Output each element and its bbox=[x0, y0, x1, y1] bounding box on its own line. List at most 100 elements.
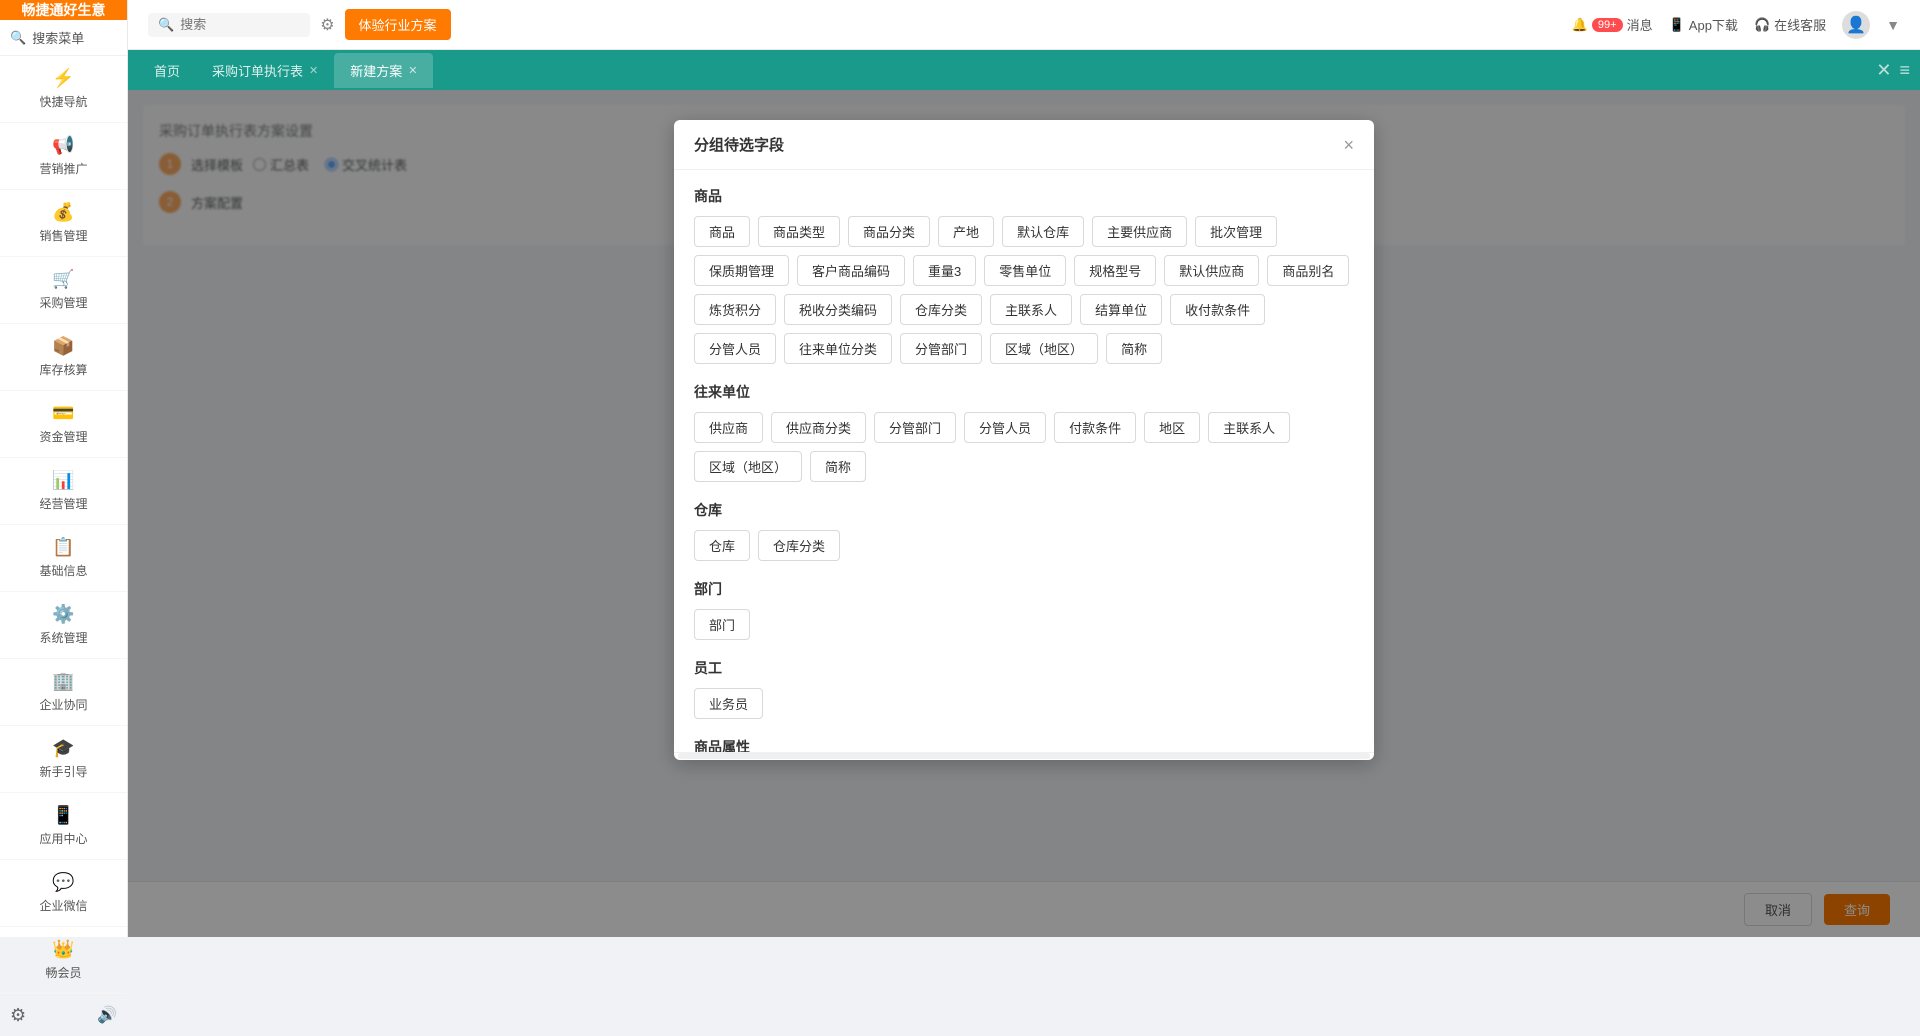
sidebar: 畅捷通好生意 🔍 搜索菜单 ⚡ 快捷导航 📢 营销推广 💰 销售管理 🛒 采购管… bbox=[0, 0, 128, 937]
h-scrollbar-track[interactable] bbox=[678, 753, 1370, 759]
field-tag-分管人员[interactable]: 分管人员 bbox=[694, 333, 776, 364]
sidebar-label-quick-nav: 快捷导航 bbox=[39, 93, 87, 110]
topbar-search-icon: 🔍 bbox=[158, 17, 174, 33]
field-tag-简称[interactable]: 简称 bbox=[810, 451, 866, 482]
sidebar-icon-inventory: 📦 bbox=[52, 336, 74, 357]
tabs-close-all[interactable]: ✕ bbox=[1876, 60, 1891, 81]
field-tag-分管部门[interactable]: 分管部门 bbox=[874, 412, 956, 443]
field-tag-商品分类[interactable]: 商品分类 bbox=[848, 216, 930, 247]
sidebar-icon-purchase: 🛒 bbox=[52, 269, 74, 290]
field-tag-区域（地区）[interactable]: 区域（地区） bbox=[694, 451, 802, 482]
sidebar-label-purchase: 采购管理 bbox=[39, 294, 87, 311]
field-tag-主要供应商[interactable]: 主要供应商 bbox=[1092, 216, 1187, 247]
expand-icon[interactable]: ▼ bbox=[1886, 17, 1900, 33]
field-tag-规格型号[interactable]: 规格型号 bbox=[1074, 255, 1156, 286]
field-tag-分管部门[interactable]: 分管部门 bbox=[900, 333, 982, 364]
field-tag-批次管理[interactable]: 批次管理 bbox=[1195, 216, 1277, 247]
notification-area[interactable]: 🔔 99+ 消息 bbox=[1572, 15, 1653, 34]
field-tag-供应商分类[interactable]: 供应商分类 bbox=[771, 412, 866, 443]
gear-settings-icon[interactable]: ⚙ bbox=[320, 15, 334, 35]
notification-badge: 99+ bbox=[1592, 18, 1623, 32]
sidebar-icon-sales: 💰 bbox=[52, 202, 74, 223]
sidebar-item-purchase[interactable]: 🛒 采购管理 bbox=[0, 257, 127, 324]
tab-new-plan-close[interactable]: ✕ bbox=[408, 64, 417, 77]
sidebar-item-basic[interactable]: 📋 基础信息 bbox=[0, 525, 127, 592]
sidebar-label-corp: 企业协同 bbox=[39, 696, 87, 713]
sidebar-item-operation[interactable]: 📊 经营管理 bbox=[0, 458, 127, 525]
tab-purchase-list[interactable]: 采购订单执行表 ✕ bbox=[196, 53, 334, 88]
field-tag-地区[interactable]: 地区 bbox=[1144, 412, 1200, 443]
field-section-warehouse: 仓库仓库仓库分类 bbox=[694, 500, 1354, 561]
tab-home[interactable]: 首页 bbox=[138, 53, 196, 88]
field-tag-主联系人[interactable]: 主联系人 bbox=[1208, 412, 1290, 443]
field-tag-主联系人[interactable]: 主联系人 bbox=[990, 294, 1072, 325]
sidebar-item-finance[interactable]: 💳 资金管理 bbox=[0, 391, 127, 458]
tab-purchase-list-close[interactable]: ✕ bbox=[309, 64, 318, 77]
online-service-area[interactable]: 🎧 在线客服 bbox=[1754, 15, 1826, 34]
sidebar-item-appcenter[interactable]: 📱 应用中心 bbox=[0, 793, 127, 860]
sidebar-icon-operation: 📊 bbox=[52, 470, 74, 491]
field-tag-重量3[interactable]: 重量3 bbox=[913, 255, 976, 286]
field-tag-默认供应商[interactable]: 默认供应商 bbox=[1164, 255, 1259, 286]
sidebar-item-wechat[interactable]: 💬 企业微信 bbox=[0, 860, 127, 927]
field-tag-零售单位[interactable]: 零售单位 bbox=[984, 255, 1066, 286]
field-tag-仓库[interactable]: 仓库 bbox=[694, 530, 750, 561]
sidebar-icon-basic: 📋 bbox=[52, 537, 74, 558]
modal-title: 分组待选字段 bbox=[694, 134, 784, 155]
field-tag-分管人员[interactable]: 分管人员 bbox=[964, 412, 1046, 443]
bell-icon: 🔔 bbox=[1572, 17, 1588, 33]
field-tag-产地[interactable]: 产地 bbox=[938, 216, 994, 247]
sidebar-item-member[interactable]: 👑 畅会员 bbox=[0, 927, 127, 994]
field-tag-商品类型[interactable]: 商品类型 bbox=[758, 216, 840, 247]
topbar-search-input[interactable] bbox=[180, 17, 300, 32]
field-tag-商品[interactable]: 商品 bbox=[694, 216, 750, 247]
field-tag-税收分类编码[interactable]: 税收分类编码 bbox=[784, 294, 892, 325]
modal-body[interactable]: 商品商品商品类型商品分类产地默认仓库主要供应商批次管理保质期管理客户商品编码重量… bbox=[674, 170, 1374, 752]
sidebar-label-finance: 资金管理 bbox=[39, 428, 87, 445]
sidebar-items-list: ⚡ 快捷导航 📢 营销推广 💰 销售管理 🛒 采购管理 📦 库存核算 💳 资金管… bbox=[0, 56, 127, 994]
tab-purchase-list-label: 采购订单执行表 bbox=[212, 61, 303, 80]
field-tag-炼货积分[interactable]: 炼货积分 bbox=[694, 294, 776, 325]
sidebar-item-corp[interactable]: 🏢 企业协同 bbox=[0, 659, 127, 726]
sidebar-icon-guide: 🎓 bbox=[52, 738, 74, 759]
section-title-partner: 往来单位 bbox=[694, 382, 1354, 402]
field-tag-收付款条件[interactable]: 收付款条件 bbox=[1170, 294, 1265, 325]
sidebar-item-quick-nav[interactable]: ⚡ 快捷导航 bbox=[0, 56, 127, 123]
field-tag-结算单位[interactable]: 结算单位 bbox=[1080, 294, 1162, 325]
topbar-left: 🔍 ⚙ 体验行业方案 bbox=[148, 9, 451, 40]
sidebar-label-marketing: 营销推广 bbox=[39, 160, 87, 177]
field-tag-部门[interactable]: 部门 bbox=[694, 609, 750, 640]
sidebar-label-operation: 经营管理 bbox=[39, 495, 87, 512]
modal-close-button[interactable]: × bbox=[1343, 136, 1354, 154]
sidebar-item-system[interactable]: ⚙️ 系统管理 bbox=[0, 592, 127, 659]
user-avatar[interactable]: 👤 bbox=[1842, 11, 1870, 39]
field-tag-付款条件[interactable]: 付款条件 bbox=[1054, 412, 1136, 443]
field-tag-往来单位分类[interactable]: 往来单位分类 bbox=[784, 333, 892, 364]
field-tags-partner: 供应商供应商分类分管部门分管人员付款条件地区主联系人区域（地区） 简称 bbox=[694, 412, 1354, 482]
field-tag-简称[interactable]: 简称 bbox=[1106, 333, 1162, 364]
tab-new-plan[interactable]: 新建方案 ✕ bbox=[334, 53, 433, 88]
speaker-icon[interactable]: 🔊 bbox=[97, 1005, 117, 1026]
field-tag-业务员[interactable]: 业务员 bbox=[694, 688, 763, 719]
tabs-menu[interactable]: ≡ bbox=[1899, 60, 1910, 81]
modal-horizontal-scrollbar[interactable] bbox=[674, 752, 1374, 760]
sidebar-item-inventory[interactable]: 📦 库存核算 bbox=[0, 324, 127, 391]
sidebar-search-menu[interactable]: 🔍 搜索菜单 bbox=[0, 20, 127, 56]
settings-icon[interactable]: ⚙ bbox=[10, 1005, 26, 1026]
field-tag-供应商[interactable]: 供应商 bbox=[694, 412, 763, 443]
sidebar-item-guide[interactable]: 🎓 新手引导 bbox=[0, 726, 127, 793]
field-tag-客户商品编码[interactable]: 客户商品编码 bbox=[797, 255, 905, 286]
field-tag-默认仓库[interactable]: 默认仓库 bbox=[1002, 216, 1084, 247]
field-tag-仓库分类[interactable]: 仓库分类 bbox=[758, 530, 840, 561]
field-tag-商品别名[interactable]: 商品别名 bbox=[1267, 255, 1349, 286]
sidebar-item-marketing[interactable]: 📢 营销推广 bbox=[0, 123, 127, 190]
topbar-search-box[interactable]: 🔍 bbox=[148, 13, 310, 37]
sidebar-icon-quick-nav: ⚡ bbox=[52, 68, 74, 89]
topbar-right: 🔔 99+ 消息 📱 App下载 🎧 在线客服 👤 ▼ bbox=[1572, 11, 1900, 39]
app-download-area[interactable]: 📱 App下载 bbox=[1669, 15, 1738, 34]
sidebar-item-sales[interactable]: 💰 销售管理 bbox=[0, 190, 127, 257]
experience-plan-button[interactable]: 体验行业方案 bbox=[345, 9, 451, 40]
field-tag-保质期管理[interactable]: 保质期管理 bbox=[694, 255, 789, 286]
field-tag-仓库分类[interactable]: 仓库分类 bbox=[900, 294, 982, 325]
field-tag-区域（地区）[interactable]: 区域（地区） bbox=[990, 333, 1098, 364]
